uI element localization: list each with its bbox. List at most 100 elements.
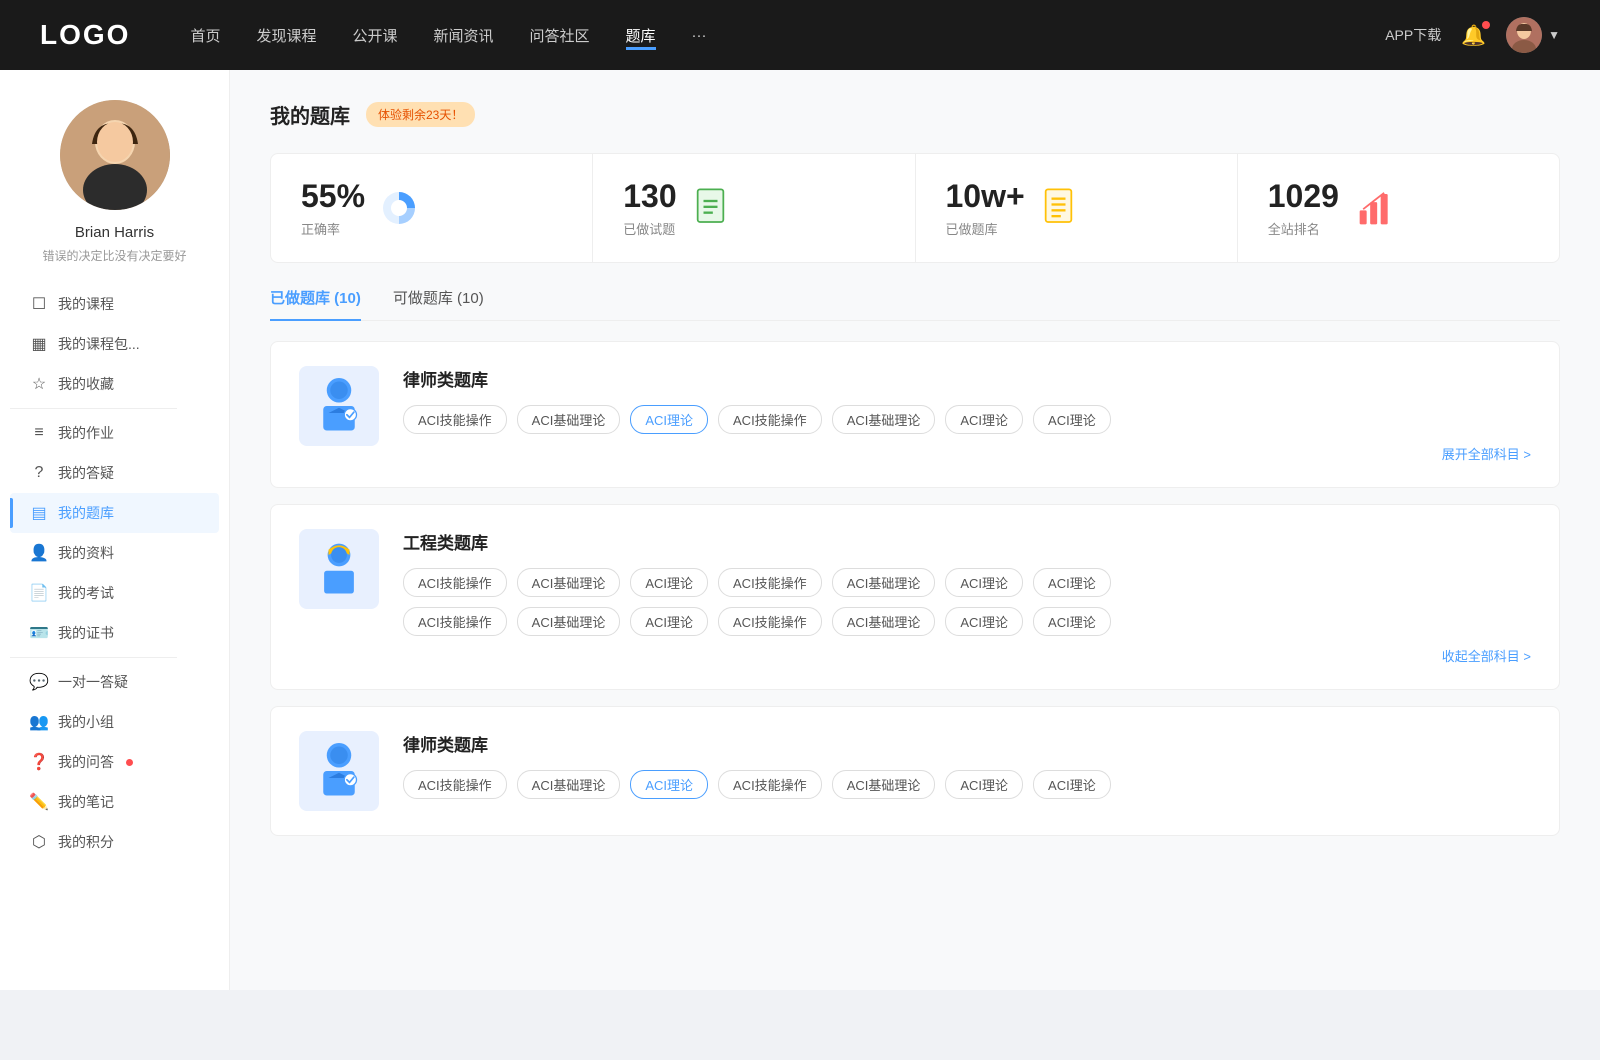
- sidebar-item-notes[interactable]: ✏️ 我的笔记: [10, 782, 219, 822]
- tag-2-2[interactable]: ACI基础理论: [517, 568, 621, 597]
- stat-value-accuracy: 55%: [301, 178, 365, 215]
- nav-link-qbank[interactable]: 题库: [626, 21, 656, 50]
- stat-done-questions: 130 已做试题: [593, 154, 915, 262]
- sidebar-item-certificate[interactable]: 🪪 我的证书: [10, 613, 219, 653]
- sidebar-item-1on1[interactable]: 💬 一对一答疑: [10, 662, 219, 702]
- notification-bell[interactable]: 🔔: [1461, 23, 1486, 48]
- tag-1-6[interactable]: ACI理论: [945, 405, 1023, 434]
- sidebar-label-homework: 我的作业: [58, 423, 114, 443]
- sidebar-label-certificate: 我的证书: [58, 623, 114, 643]
- stat-text-rank: 1029 全站排名: [1268, 178, 1339, 238]
- tag-2-3[interactable]: ACI理论: [630, 568, 708, 597]
- tag-3-1[interactable]: ACI技能操作: [403, 770, 507, 799]
- nav-link-qa[interactable]: 问答社区: [530, 21, 590, 50]
- tag-2-1[interactable]: ACI技能操作: [403, 568, 507, 597]
- qbank-content-3: 律师类题库 ACI技能操作 ACI基础理论 ACI理论 ACI技能操作 ACI基…: [403, 731, 1531, 799]
- sidebar-label-qbank: 我的题库: [58, 503, 114, 523]
- tag-3-5[interactable]: ACI基础理论: [832, 770, 936, 799]
- tab-todo-banks[interactable]: 可做题库 (10): [393, 287, 484, 320]
- divider-1: [10, 408, 177, 409]
- sidebar-item-groups[interactable]: 👥 我的小组: [10, 702, 219, 742]
- sidebar-label-materials: 我的资料: [58, 543, 114, 563]
- stat-text-accuracy: 55% 正确率: [301, 178, 365, 238]
- note-icon: ✏️: [30, 793, 48, 811]
- nav-link-home[interactable]: 首页: [190, 21, 220, 50]
- qbank-content-2: 工程类题库 ACI技能操作 ACI基础理论 ACI理论 ACI技能操作 ACI基…: [403, 529, 1531, 665]
- lawyer-icon-wrap-1: [299, 366, 379, 446]
- sidebar-label-questions: 我的答疑: [58, 463, 114, 483]
- cert-icon: 🪪: [30, 624, 48, 642]
- qbank-card-inner-3: 律师类题库 ACI技能操作 ACI基础理论 ACI理论 ACI技能操作 ACI基…: [299, 731, 1531, 811]
- qbank-card-lawyer-2: 律师类题库 ACI技能操作 ACI基础理论 ACI理论 ACI技能操作 ACI基…: [270, 706, 1560, 836]
- tags-row-2a: ACI技能操作 ACI基础理论 ACI理论 ACI技能操作 ACI基础理论 AC…: [403, 568, 1531, 597]
- tag-2-7[interactable]: ACI理论: [1033, 568, 1111, 597]
- tag-2-14[interactable]: ACI理论: [1033, 607, 1111, 636]
- nav-link-open[interactable]: 公开课: [352, 21, 397, 50]
- tag-2-6[interactable]: ACI理论: [945, 568, 1023, 597]
- sidebar-label-course-package: 我的课程包...: [58, 334, 140, 354]
- tag-2-12[interactable]: ACI基础理论: [832, 607, 936, 636]
- tag-2-11[interactable]: ACI技能操作: [718, 607, 822, 636]
- tag-1-1[interactable]: ACI技能操作: [403, 405, 507, 434]
- sidebar-item-questions[interactable]: ? 我的答疑: [10, 453, 219, 493]
- tag-2-10[interactable]: ACI理论: [630, 607, 708, 636]
- tab-done-banks[interactable]: 已做题库 (10): [270, 287, 361, 320]
- sidebar-label-favorites: 我的收藏: [58, 374, 114, 394]
- expand-btn-1[interactable]: 展开全部科目 >: [403, 444, 1531, 463]
- sidebar-item-course-package[interactable]: ▦ 我的课程包...: [10, 324, 219, 364]
- stat-label-rank: 全站排名: [1268, 219, 1339, 238]
- sidebar-item-homework[interactable]: ≡ 我的作业: [10, 413, 219, 453]
- tag-2-8[interactable]: ACI技能操作: [403, 607, 507, 636]
- engineer-icon-wrap: [299, 529, 379, 609]
- doc-icon: ≡: [30, 424, 48, 442]
- tag-2-9[interactable]: ACI基础理论: [517, 607, 621, 636]
- tag-1-3-highlight[interactable]: ACI理论: [630, 405, 708, 434]
- tag-1-7[interactable]: ACI理论: [1033, 405, 1111, 434]
- qbank-content-1: 律师类题库 ACI技能操作 ACI基础理论 ACI理论 ACI技能操作 ACI基…: [403, 366, 1531, 463]
- file2-icon: 📄: [30, 584, 48, 602]
- tag-1-2[interactable]: ACI基础理论: [517, 405, 621, 434]
- qbank-title-3: 律师类题库: [403, 731, 1531, 756]
- tag-3-6[interactable]: ACI理论: [945, 770, 1023, 799]
- sidebar-item-materials[interactable]: 👤 我的资料: [10, 533, 219, 573]
- nav-link-courses[interactable]: 发现课程: [256, 21, 316, 50]
- tag-1-4[interactable]: ACI技能操作: [718, 405, 822, 434]
- people-icon: 👤: [30, 544, 48, 562]
- sidebar-item-my-courses[interactable]: ☐ 我的课程: [10, 284, 219, 324]
- doc-yellow-icon: [1041, 187, 1083, 229]
- sidebar-item-points[interactable]: ⬡ 我的积分: [10, 822, 219, 862]
- qa-icon: ❓: [30, 753, 48, 771]
- sidebar-label-qanda: 我的问答: [58, 752, 114, 772]
- nav-links: 首页 发现课程 公开课 新闻资讯 问答社区 题库 ···: [190, 21, 1385, 50]
- sidebar-item-exams[interactable]: 📄 我的考试: [10, 573, 219, 613]
- stat-label-accuracy: 正确率: [301, 219, 365, 238]
- stats-row: 55% 正确率 130 已做试题: [270, 153, 1560, 263]
- nav-right: APP下载 🔔 ▼: [1385, 17, 1560, 53]
- sidebar-label-notes: 我的笔记: [58, 792, 114, 812]
- user-avatar-btn[interactable]: ▼: [1506, 17, 1560, 53]
- sidebar-item-favorites[interactable]: ☆ 我的收藏: [10, 364, 219, 404]
- question-icon: ?: [30, 464, 48, 482]
- collapse-btn-2[interactable]: 收起全部科目 >: [403, 646, 1531, 665]
- tags-row-1: ACI技能操作 ACI基础理论 ACI理论 ACI技能操作 ACI基础理论 AC…: [403, 405, 1531, 434]
- sidebar-item-qanda[interactable]: ❓ 我的问答: [10, 742, 219, 782]
- page-header: 我的题库 体验剩余23天！: [270, 100, 1560, 129]
- tag-2-5[interactable]: ACI基础理论: [832, 568, 936, 597]
- tag-2-4[interactable]: ACI技能操作: [718, 568, 822, 597]
- sidebar-item-qbank[interactable]: ▤ 我的题库: [10, 493, 219, 533]
- tag-3-3-highlight[interactable]: ACI理论: [630, 770, 708, 799]
- avatar: [1506, 17, 1542, 53]
- nav-link-news[interactable]: 新闻资讯: [434, 21, 494, 50]
- tag-1-5[interactable]: ACI基础理论: [832, 405, 936, 434]
- page-title: 我的题库: [270, 100, 350, 129]
- nav-link-more[interactable]: ···: [692, 23, 707, 48]
- qbank-title-1: 律师类题库: [403, 366, 1531, 391]
- qbank-title-2: 工程类题库: [403, 529, 1531, 554]
- tag-3-7[interactable]: ACI理论: [1033, 770, 1111, 799]
- tag-2-13[interactable]: ACI理论: [945, 607, 1023, 636]
- sidebar-label-groups: 我的小组: [58, 712, 114, 732]
- tag-3-4[interactable]: ACI技能操作: [718, 770, 822, 799]
- app-download-btn[interactable]: APP下载: [1385, 25, 1441, 45]
- nav-logo[interactable]: LOGO: [40, 19, 130, 51]
- tag-3-2[interactable]: ACI基础理论: [517, 770, 621, 799]
